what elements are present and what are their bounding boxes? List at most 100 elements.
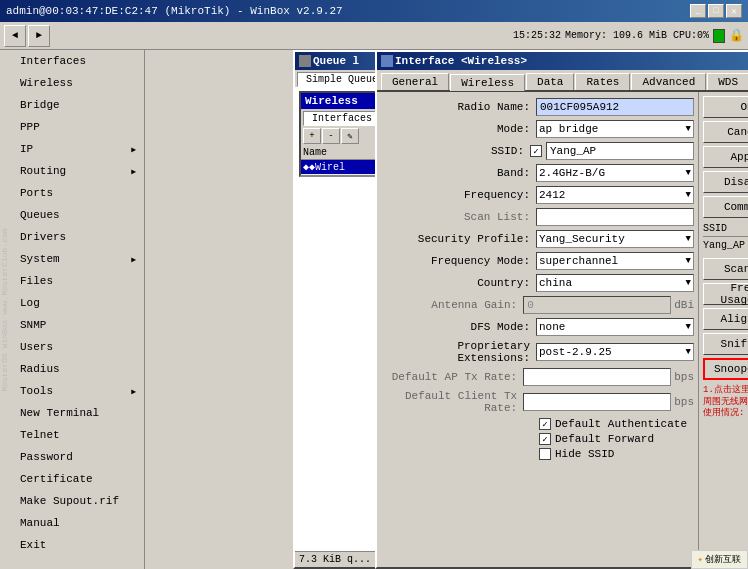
- checkbox-ssid[interactable]: ✓: [530, 145, 542, 157]
- select-band[interactable]: 2.4GHz-B/G ▼: [536, 164, 694, 182]
- ssid-col-label: SSID: [703, 223, 727, 234]
- input-default-ap-tx-rate[interactable]: [523, 368, 671, 386]
- sidebar-item-ip[interactable]: IP: [0, 138, 144, 160]
- sidebar-item-files[interactable]: Files: [0, 270, 144, 292]
- row-ssid: SSID: ✓: [381, 142, 694, 160]
- logo-icon: ✦: [698, 554, 703, 565]
- tab-general[interactable]: General: [381, 73, 449, 90]
- input-radio-name[interactable]: [536, 98, 694, 116]
- title-text: admin@00:03:47:DE:C2:47 (MikroTik) - Win…: [6, 5, 343, 17]
- sidebar-item-interfaces[interactable]: Interfaces: [0, 50, 144, 72]
- wireless-list-title: Wireless: [305, 95, 358, 107]
- forward-button[interactable]: ►: [28, 25, 50, 47]
- tab-advanced[interactable]: Advanced: [631, 73, 706, 90]
- label-default-client-tx-rate: Default Client Tx Rate:: [381, 390, 523, 414]
- checkbox-default-forward[interactable]: ✓: [539, 433, 551, 445]
- ssid-column-header: SSID: [703, 223, 748, 237]
- select-dfs-mode[interactable]: none ▼: [536, 318, 694, 336]
- add-btn[interactable]: +: [303, 128, 321, 144]
- tab-rates[interactable]: Rates: [575, 73, 630, 90]
- close-button[interactable]: ✕: [726, 4, 742, 18]
- input-scan-list[interactable]: [536, 208, 694, 226]
- sidebar-item-ppp[interactable]: PPP: [0, 116, 144, 138]
- select-frequency-mode[interactable]: superchannel ▼: [536, 252, 694, 270]
- apply-button[interactable]: Apply: [703, 146, 748, 168]
- main-layout: Interfaces Wireless Bridge PPP IP Routin…: [0, 50, 748, 569]
- scan-button[interactable]: Scan...: [703, 258, 748, 280]
- sniff-button[interactable]: Sniff...: [703, 333, 748, 355]
- ssid-col-value: Yang_AP: [703, 240, 745, 251]
- select-proprietary-ext[interactable]: post-2.9.25 ▼: [536, 343, 694, 361]
- comment-button[interactable]: Comment: [703, 196, 748, 218]
- row-dfs-mode: DFS Mode: none ▼: [381, 318, 694, 336]
- sidebar-item-bridge[interactable]: Bridge: [0, 94, 144, 116]
- back-button[interactable]: ◄: [4, 25, 26, 47]
- ok-button[interactable]: OK: [703, 96, 748, 118]
- interface-wireless-window: Interface <Wireless> ✕ General Wireless …: [375, 50, 748, 569]
- label-radio-name: Radio Name:: [381, 101, 536, 113]
- sidebar-item-password[interactable]: Password: [0, 446, 144, 468]
- freq-usage-button[interactable]: Freq. Usage...: [703, 283, 748, 305]
- input-default-client-tx-rate[interactable]: [523, 393, 671, 411]
- iface-body-wrapper: Radio Name: Mode: ap bridge ▼: [377, 90, 748, 567]
- tab-wireless[interactable]: Wireless: [450, 74, 525, 91]
- sidebar-item-tools[interactable]: Tools: [0, 380, 144, 402]
- sidebar-item-certificate[interactable]: Certificate: [0, 468, 144, 490]
- cancel-button[interactable]: Cancel: [703, 121, 748, 143]
- tab-data[interactable]: Data: [526, 73, 574, 90]
- security-arrow-icon: ▼: [686, 234, 691, 244]
- input-ssid[interactable]: [546, 142, 694, 160]
- row-country: Country: china ▼: [381, 274, 694, 292]
- select-mode[interactable]: ap bridge ▼: [536, 120, 694, 138]
- checkbox-default-authenticate[interactable]: ✓: [539, 418, 551, 430]
- checkbox-hide-ssid[interactable]: [539, 448, 551, 460]
- label-security-profile: Security Profile:: [381, 233, 536, 245]
- tab-wds[interactable]: WDS: [707, 73, 748, 90]
- row-frequency-mode: Frequency Mode: superchannel ▼: [381, 252, 694, 270]
- sidebar-item-telnet[interactable]: Telnet: [0, 424, 144, 446]
- align-button[interactable]: Align...: [703, 308, 748, 330]
- label-country: Country:: [381, 277, 536, 289]
- iface-win-title-text: Interface <Wireless>: [395, 55, 527, 67]
- sidebar-item-new-terminal[interactable]: New Terminal: [0, 402, 144, 424]
- remove-btn[interactable]: -: [322, 128, 340, 144]
- sidebar-item-log[interactable]: Log: [0, 292, 144, 314]
- freq-mode-arrow-icon: ▼: [686, 256, 691, 266]
- sidebar-item-routing[interactable]: Routing: [0, 160, 144, 182]
- snooper-button[interactable]: Snooper...: [703, 358, 748, 380]
- minimize-button[interactable]: _: [690, 4, 706, 18]
- edit-btn[interactable]: ✎: [341, 128, 359, 144]
- label-band: Band:: [381, 167, 536, 179]
- frequency-arrow-icon: ▼: [686, 190, 691, 200]
- sidebar-item-wireless[interactable]: Wireless: [0, 72, 144, 94]
- sidebar-item-queues[interactable]: Queues: [0, 204, 144, 226]
- title-bar-buttons: _ □ ✕: [690, 4, 742, 18]
- disable-button[interactable]: Disable: [703, 171, 748, 193]
- sidebar-item-radius[interactable]: Radius: [0, 358, 144, 380]
- sidebar-item-snmp[interactable]: SNMP: [0, 314, 144, 336]
- iface-win-title: Interface <Wireless> ✕: [377, 52, 748, 70]
- sidebar-item-system[interactable]: System: [0, 248, 144, 270]
- select-security-profile[interactable]: Yang_Security ▼: [536, 230, 694, 248]
- iface-form: Radio Name: Mode: ap bridge ▼: [377, 92, 698, 567]
- sidebar-item-make-supout[interactable]: Make Supout.rif: [0, 490, 144, 512]
- row-hide-ssid: Hide SSID: [381, 448, 694, 460]
- sidebar-item-users[interactable]: Users: [0, 336, 144, 358]
- sidebar-item-manual[interactable]: Manual: [0, 512, 144, 534]
- row-security-profile: Security Profile: Yang_Security ▼: [381, 230, 694, 248]
- row-proprietary-ext: Proprietary Extensions: post-2.9.25 ▼: [381, 340, 694, 364]
- maximize-button[interactable]: □: [708, 4, 724, 18]
- row-default-client-tx-rate: Default Client Tx Rate: bps: [381, 390, 694, 414]
- label-antenna-gain: Antenna Gain:: [381, 299, 523, 311]
- tab-interfaces[interactable]: Interfaces: [303, 111, 381, 126]
- row-scan-list: Scan List:: [381, 208, 694, 226]
- iface-content: General Wireless Data Rates Advanced WDS…: [377, 70, 748, 567]
- prop-ext-arrow-icon: ▼: [686, 347, 691, 357]
- label-frequency: Frequency:: [381, 189, 536, 201]
- sidebar-item-ports[interactable]: Ports: [0, 182, 144, 204]
- row-antenna-gain: Antenna Gain: dBi: [381, 296, 694, 314]
- sidebar-item-exit[interactable]: Exit: [0, 534, 144, 556]
- sidebar-item-drivers[interactable]: Drivers: [0, 226, 144, 248]
- select-country[interactable]: china ▼: [536, 274, 694, 292]
- select-frequency[interactable]: 2412 ▼: [536, 186, 694, 204]
